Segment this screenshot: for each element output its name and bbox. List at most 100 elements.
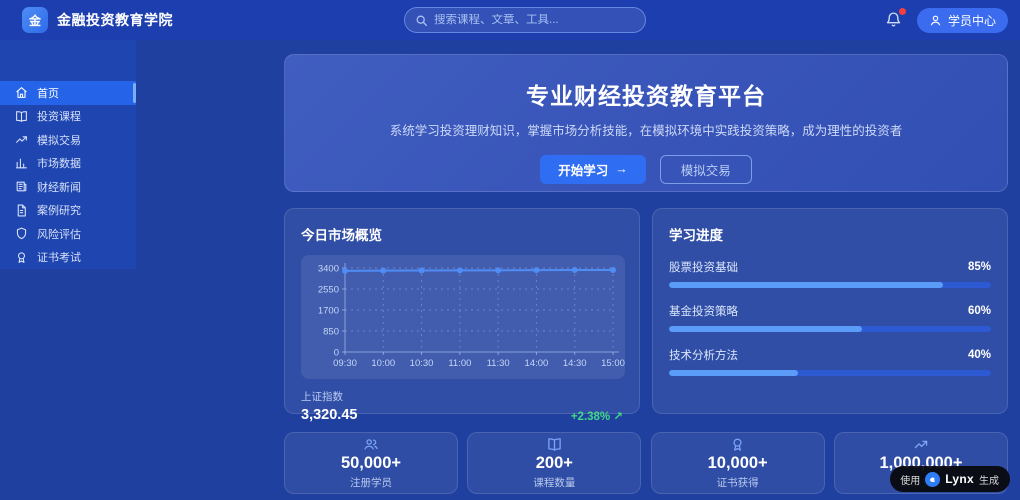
stat-label: 课程数量 [533,476,576,489]
svg-text:3400: 3400 [318,264,339,275]
app-title: 金融投资教育学院 [57,12,173,28]
lynx-logo-icon [925,471,941,487]
svg-text:1700: 1700 [318,306,339,317]
start-learning-label: 开始学习 [558,163,609,178]
stat-card-courses: 200+ 课程数量 [467,432,642,494]
sidebar-item-market-data[interactable]: 市场数据 [0,152,136,176]
sidebar-item-label: 案例研究 [37,205,81,218]
index-value: 3,320.45 [301,407,358,423]
progress-percent: 40% [967,349,991,361]
sidebar-item-label: 模拟交易 [37,134,81,147]
stat-card-certificates: 10,000+ 证书获得 [650,432,825,494]
progress-track [669,282,991,288]
notification-dot [898,8,906,15]
progress-label: 技术分析方法 [669,350,738,362]
progress-item: 股票投资基础 85% [669,259,991,288]
progress-label: 股票投资基础 [669,262,738,274]
progress-label: 基金投资策略 [669,306,738,318]
start-learning-button[interactable]: 开始学习 → [540,154,646,184]
award-icon [15,251,28,264]
badge-prefix: 使用 [900,475,921,487]
index-change: +2.38% ↗ [571,409,623,423]
stat-value: 50,000+ [340,453,402,472]
user-center-label: 学员中心 [947,13,996,28]
svg-text:10:00: 10:00 [371,358,395,369]
svg-text:11:00: 11:00 [448,358,471,369]
stat-value: 10,000+ [707,453,768,472]
sidebar-item-label: 财经新闻 [37,181,81,194]
svg-text:0: 0 [334,348,339,359]
book-icon [15,110,28,123]
user-center-button[interactable]: 学员中心 [916,7,1008,33]
sidebar-item-label: 首页 [37,87,59,100]
trending-up-icon [913,437,929,452]
book-icon [547,437,562,452]
progress-percent: 85% [967,261,991,273]
progress-fill [669,282,943,288]
sim-trading-label: 模拟交易 [680,163,731,178]
market-overview-card: 今日市场概览 0 850 1700 2550 3400 09:30 10:00 10:30 11… [284,208,640,423]
svg-text:2550: 2550 [318,285,339,296]
sidebar-item-label: 证书考试 [37,252,81,265]
sidebar-item-certificate[interactable]: 证书考试 [0,246,136,270]
change-arrow-icon: ↗ [613,411,623,423]
app-logo: 金 [22,7,48,33]
sidebar-item-case-studies[interactable]: 案例研究 [0,199,136,223]
shield-icon [15,227,28,240]
lynx-generated-badge: 使用 Lynx 生成 [890,466,1010,492]
newspaper-icon [15,180,28,193]
svg-text:15:00: 15:00 [601,358,625,369]
notification-bell-icon[interactable] [885,8,906,29]
svg-text:09:30: 09:30 [333,358,357,369]
market-chart-panel: 0 850 1700 2550 3400 09:30 10:00 10:30 11:00 11:3… [301,255,625,379]
sidebar-item-label: 投资课程 [37,111,81,124]
progress-item: 技术分析方法 40% [669,347,991,376]
sidebar-item-courses[interactable]: 投资课程 [0,105,136,129]
progress-track [669,326,991,332]
file-text-icon [15,204,28,217]
sidebar-nav: 首页 投资课程 模拟交易 市场数据 财经新闻 案例研究 风险评估 证书考试 [0,40,136,269]
top-header: 金 金融投资教育学院 搜索课程、文章、工具... 学员中心 [0,0,1020,40]
progress-fill [669,370,798,376]
search-input[interactable] [434,14,635,26]
sidebar-item-label: 风险评估 [37,228,81,241]
market-card-title: 今日市场概览 [301,228,382,243]
bar-chart-icon [15,157,28,170]
sidebar-item-home[interactable]: 首页 [0,81,136,105]
sidebar-item-sim-trading[interactable]: 模拟交易 [0,128,136,152]
stat-value: 200+ [535,453,573,472]
sim-trading-button[interactable]: 模拟交易 [659,154,752,184]
svg-text:850: 850 [323,327,339,338]
badge-brand: Lynx [945,472,974,486]
index-name: 上证指数 [301,391,343,403]
learning-progress-card: 学习进度 股票投资基础 85% 基金投资策略 60% 技术分析方法 40% [652,208,1008,414]
svg-text:14:00: 14:00 [525,358,549,369]
progress-card-title: 学习进度 [669,228,723,243]
users-icon [363,437,379,452]
svg-text:11:30: 11:30 [487,358,510,369]
progress-percent: 60% [967,305,991,317]
award-icon [730,437,745,452]
stat-label: 证书获得 [716,476,759,489]
home-icon [15,86,28,99]
stat-label: 注册学员 [350,476,392,489]
global-search[interactable] [404,7,646,33]
sidebar-item-label: 市场数据 [37,158,81,171]
svg-text:14:30: 14:30 [563,358,587,369]
hero-title: 专业财经投资教育平台 [526,83,766,109]
stat-card-students: 50,000+ 注册学员 [284,432,458,494]
hero-banner: 专业财经投资教育平台 系统学习投资理财知识，掌握市场分析技能，在模拟环境中实践投… [284,54,1008,192]
progress-track [669,370,991,376]
trending-up-icon [15,133,28,146]
arrow-right-icon: → [615,162,628,177]
sidebar-item-news[interactable]: 财经新闻 [0,175,136,199]
app-root: 金 金融投资教育学院 搜索课程、文章、工具... 学员中心 首页 投资课程 模拟… [0,0,1020,500]
change-percent: +2.38% [570,411,611,423]
progress-item: 基金投资策略 60% [669,303,991,332]
sidebar-item-risk[interactable]: 风险评估 [0,222,136,246]
badge-suffix: 生成 [979,475,999,487]
svg-text:10:30: 10:30 [410,358,434,369]
market-line-chart: 0 850 1700 2550 3400 09:30 10:00 10:30 11:00 11:3… [318,263,625,369]
user-icon [929,14,942,27]
hero-subtitle: 系统学习投资理财知识，掌握市场分析技能，在模拟环境中实践投资策略，成为理性的投资… [389,124,903,138]
